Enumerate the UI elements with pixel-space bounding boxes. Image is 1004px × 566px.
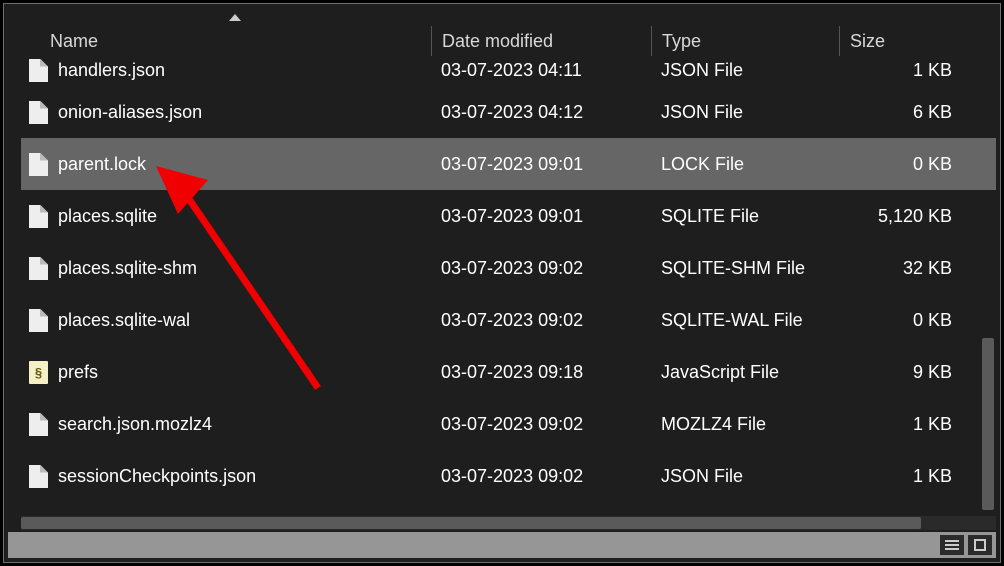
file-list: handlers.json03-07-2023 04:11JSON File1 … <box>21 54 996 514</box>
file-icon <box>29 465 48 488</box>
column-header-type[interactable]: Type <box>651 26 839 56</box>
file-row[interactable]: parent.lock 03-07-2023 09:01LOCK File0 KB <box>21 138 996 190</box>
file-row[interactable]: onion-aliases.json 03-07-2023 04:12JSON F… <box>21 86 996 138</box>
file-date: 03-07-2023 09:02 <box>431 466 651 487</box>
file-date: 03-07-2023 09:01 <box>431 154 651 175</box>
list-view-icon <box>945 540 959 550</box>
file-type: JSON File <box>651 60 839 81</box>
file-icon <box>29 257 48 280</box>
file-size: 1 KB <box>839 60 979 81</box>
file-row[interactable]: search.json.mozlz4 03-07-2023 09:02MOZLZ4… <box>21 398 996 450</box>
file-name: places.sqlite-shm <box>58 258 197 279</box>
file-type: LOCK File <box>651 154 839 175</box>
column-headers: Name Date modified Type Size <box>21 26 996 56</box>
column-header-name-label: Name <box>50 31 98 52</box>
file-row[interactable]: places.sqlite-wal 03-07-2023 09:02SQLITE-… <box>21 294 996 346</box>
file-date: 03-07-2023 04:12 <box>431 102 651 123</box>
file-type: JSON File <box>651 102 839 123</box>
file-icon <box>29 309 48 332</box>
file-type: SQLITE-SHM File <box>651 258 839 279</box>
file-name: sessionCheckpoints.json <box>58 466 256 487</box>
file-icon <box>29 153 48 176</box>
file-date: 03-07-2023 04:11 <box>431 60 651 81</box>
horizontal-scrollbar-thumb[interactable] <box>21 517 921 529</box>
column-header-type-label: Type <box>662 31 701 52</box>
file-type: MOZLZ4 File <box>651 414 839 435</box>
column-header-date-label: Date modified <box>442 31 553 52</box>
file-name: places.sqlite <box>58 206 157 227</box>
column-header-size-label: Size <box>850 31 885 52</box>
view-large-icons-button[interactable] <box>968 535 992 555</box>
file-size: 0 KB <box>839 154 979 175</box>
file-explorer-panel: Name Date modified Type Size handlers.js… <box>3 3 1001 563</box>
file-size: 32 KB <box>839 258 979 279</box>
file-icon <box>29 413 48 436</box>
file-date: 03-07-2023 09:02 <box>431 414 651 435</box>
file-size: 9 KB <box>839 362 979 383</box>
file-type: JavaScript File <box>651 362 839 383</box>
column-header-size[interactable]: Size <box>839 26 979 56</box>
file-row[interactable]: places.sqlite 03-07-2023 09:01SQLITE File… <box>21 190 996 242</box>
view-details-button[interactable] <box>940 535 964 555</box>
status-bar <box>8 532 996 558</box>
file-size: 5,120 KB <box>839 206 979 227</box>
file-type: SQLITE-WAL File <box>651 310 839 331</box>
file-icon <box>29 205 48 228</box>
file-size: 1 KB <box>839 466 979 487</box>
file-row[interactable]: places.sqlite-shm 03-07-2023 09:02SQLITE-… <box>21 242 996 294</box>
file-row[interactable]: sessionCheckpoints.json 03-07-2023 09:02J… <box>21 450 996 502</box>
file-size: 0 KB <box>839 310 979 331</box>
file-name: onion-aliases.json <box>58 102 202 123</box>
file-name: places.sqlite-wal <box>58 310 190 331</box>
column-header-name[interactable]: Name <box>21 26 431 56</box>
file-name: parent.lock <box>58 154 146 175</box>
large-icons-icon <box>974 539 986 551</box>
file-date: 03-07-2023 09:02 <box>431 258 651 279</box>
javascript-file-icon <box>29 361 48 384</box>
file-name: search.json.mozlz4 <box>58 414 212 435</box>
file-name: prefs <box>58 362 98 383</box>
file-date: 03-07-2023 09:02 <box>431 310 651 331</box>
column-header-date[interactable]: Date modified <box>431 26 651 56</box>
vertical-scrollbar-thumb[interactable] <box>982 338 994 510</box>
file-icon <box>29 101 48 124</box>
file-row[interactable]: handlers.json 03-07-2023 04:11JSON File1 … <box>21 54 996 86</box>
file-name: handlers.json <box>58 60 165 81</box>
sort-ascending-icon <box>229 14 241 21</box>
file-row[interactable]: prefs 03-07-2023 09:18JavaScript File9 KB <box>21 346 996 398</box>
file-date: 03-07-2023 09:18 <box>431 362 651 383</box>
file-type: JSON File <box>651 466 839 487</box>
horizontal-scrollbar-track[interactable] <box>21 516 996 530</box>
file-type: SQLITE File <box>651 206 839 227</box>
file-icon <box>29 59 48 82</box>
file-size: 6 KB <box>839 102 979 123</box>
file-date: 03-07-2023 09:01 <box>431 206 651 227</box>
file-size: 1 KB <box>839 414 979 435</box>
